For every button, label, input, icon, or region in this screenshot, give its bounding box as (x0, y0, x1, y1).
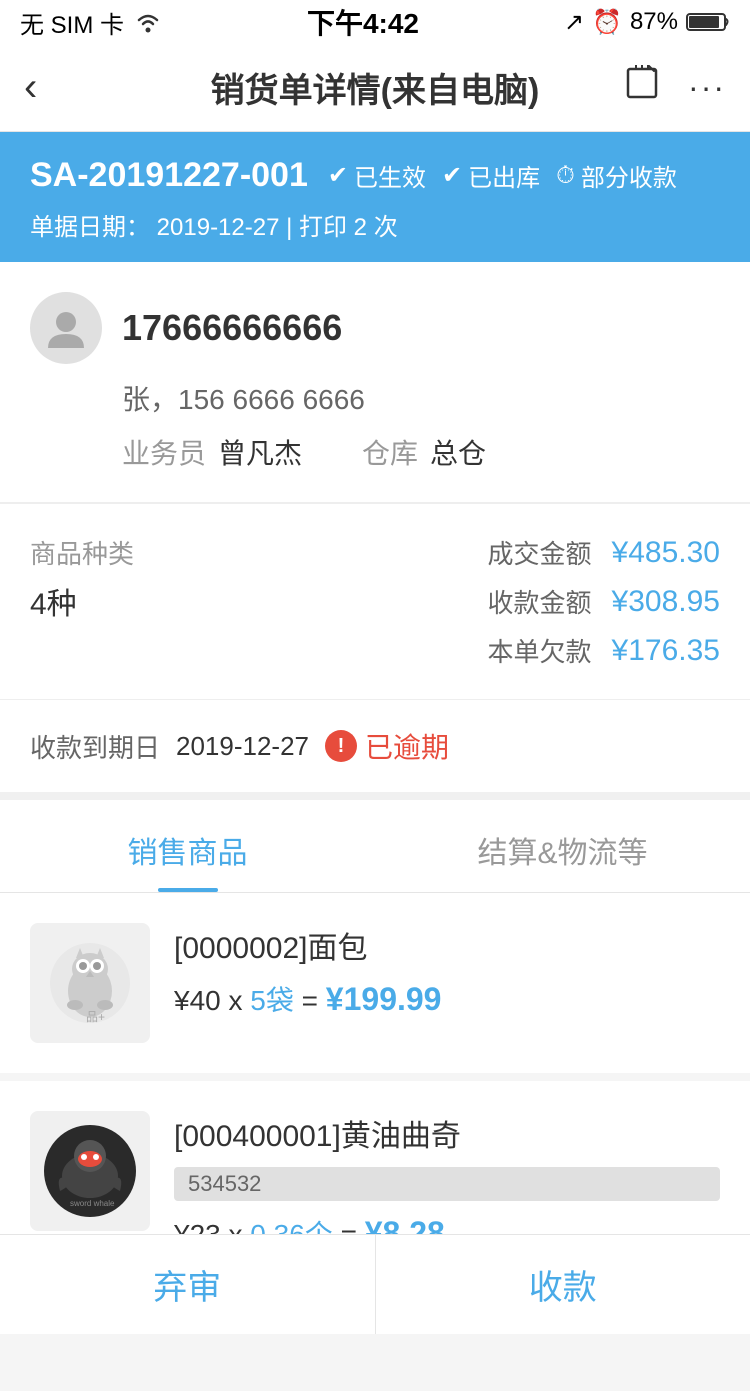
date-label: 单据日期： (30, 214, 150, 241)
order-header: SA-20191227-001 ✔ 已生效 ✔ 已出库 ⏱ 部分收款 单据日期：… (0, 132, 750, 262)
stats-left: 商品种类 4种 (30, 534, 134, 623)
warehouse: 仓库 总仓 (362, 432, 486, 472)
product-thumb-1: 品+ (30, 923, 150, 1043)
clock-icon: ⏱ (556, 162, 575, 190)
product-price-1: ¥40 x 5袋 = ¥199.99 (174, 979, 720, 1019)
product-name-1: [0000002]面包 (174, 923, 720, 967)
status-shipped: ✔ 已出库 (442, 158, 540, 193)
check-icon-active: ✔ (328, 161, 348, 190)
order-date-line: 单据日期： 2019-12-27 | 打印 2 次 (30, 207, 720, 242)
customer-meta: 业务员 曾凡杰 仓库 总仓 (122, 432, 720, 472)
warehouse-label: 仓库 (362, 432, 418, 472)
status-badges: ✔ 已生效 ✔ 已出库 ⏱ 部分收款 (328, 158, 677, 193)
warehouse-name: 总仓 (430, 432, 486, 472)
price-base-1: ¥40 (174, 985, 221, 1016)
no-sim-text: 无 SIM 卡 (20, 5, 124, 40)
payment-button[interactable]: 收款 (376, 1235, 750, 1334)
product-info-1: [0000002]面包 ¥40 x 5袋 = ¥199.99 (174, 923, 720, 1019)
due-section: 收款到期日 2019-12-27 ! 已逾期 (0, 700, 750, 800)
reject-button[interactable]: 弃审 (0, 1235, 376, 1334)
debt-label: 本单欠款 (488, 632, 592, 669)
product-type-label: 商品种类 (30, 534, 134, 571)
sales-label: 业务员 (122, 432, 206, 472)
print-info: | 打印 2 次 (286, 214, 398, 241)
status-bar-time: 下午4:42 (307, 2, 419, 42)
sales-name: 曾凡杰 (218, 432, 302, 472)
status-partial-label: 部分收款 (581, 158, 677, 193)
debt-value: ¥176.35 (612, 634, 720, 668)
amount-value: ¥485.30 (612, 536, 720, 570)
status-active-label: 已生效 (354, 158, 426, 193)
product-type-value: 4种 (30, 579, 134, 623)
received-row: 收款金额 ¥308.95 (488, 583, 720, 620)
status-shipped-label: 已出库 (468, 158, 540, 193)
bottom-bar: 弃审 收款 (0, 1234, 750, 1334)
location-icon: ↗ (564, 8, 584, 37)
overdue-text: 已逾期 (365, 726, 449, 766)
share-icon[interactable] (624, 65, 660, 110)
overdue-icon: ! (325, 730, 357, 762)
product-item-1: 品+ [0000002]面包 ¥40 x 5袋 = ¥199.99 (0, 893, 750, 1073)
price-qty-1: 5袋 (250, 985, 294, 1016)
customer-section: 17666666666 张，156 6666 6666 业务员 曾凡杰 仓库 总… (0, 262, 750, 503)
stats-right: 成交金额 ¥485.30 收款金额 ¥308.95 本单欠款 ¥176.35 (488, 534, 720, 669)
tab-settlement[interactable]: 结算&物流等 (375, 800, 750, 892)
owl-thumb-icon: 品+ (40, 933, 140, 1033)
customer-phone: 17666666666 (122, 307, 342, 349)
order-id: SA-20191227-001 (30, 156, 308, 195)
amount-label: 成交金额 (488, 534, 592, 571)
more-icon[interactable]: ··· (688, 69, 726, 106)
tab-products[interactable]: 销售商品 (0, 800, 375, 892)
order-date: 2019-12-27 (157, 214, 280, 241)
price-multiply-1: x (229, 985, 251, 1016)
svg-text:sword whale: sword whale (70, 1199, 115, 1208)
check-icon-shipped: ✔ (442, 161, 462, 190)
status-bar-right: ↗ ⏰ 87% (564, 8, 730, 37)
page-title: 销货单详情(来自电脑) (211, 63, 540, 112)
due-date: 2019-12-27 (176, 731, 309, 762)
alarm-icon: ⏰ (592, 8, 622, 37)
received-label: 收款金额 (488, 583, 592, 620)
status-partial: ⏱ 部分收款 (556, 158, 677, 193)
due-label: 收款到期日 (30, 728, 160, 765)
customer-top: 17666666666 (30, 292, 720, 364)
wifi-icon (134, 11, 162, 33)
customer-avatar (30, 292, 102, 364)
sales-person: 业务员 曾凡杰 (122, 432, 302, 472)
product-thumb-2: sword whale (30, 1111, 150, 1231)
received-value: ¥308.95 (612, 585, 720, 619)
nav-bar: ‹ 销货单详情(来自电脑) ··· (0, 44, 750, 132)
stats-section: 商品种类 4种 成交金额 ¥485.30 收款金额 ¥308.95 本单欠款 ¥… (0, 504, 750, 700)
tabs-bar: 销售商品 结算&物流等 (0, 800, 750, 893)
product-name-2: [000400001]黄油曲奇 (174, 1111, 720, 1155)
status-bar-left: 无 SIM 卡 (20, 5, 162, 40)
overdue-badge: ! 已逾期 (325, 726, 449, 766)
debt-row: 本单欠款 ¥176.35 (488, 632, 720, 669)
battery-text: 87% (630, 8, 678, 36)
price-total-1: ¥199.99 (326, 981, 442, 1017)
product-thumb-2-icon: sword whale (40, 1121, 140, 1221)
status-active: ✔ 已生效 (328, 158, 426, 193)
nav-actions: ··· (624, 65, 726, 110)
product-info-2: [000400001]黄油曲奇 534532 ¥23 x 0.36个 = ¥8.… (174, 1111, 720, 1253)
battery-icon (686, 11, 730, 33)
back-button[interactable]: ‹ (24, 65, 37, 110)
product-tag-2: 534532 (174, 1167, 720, 1201)
svg-text:品+: 品+ (86, 1010, 105, 1024)
status-bar: 无 SIM 卡 下午4:42 ↗ ⏰ 87% (0, 0, 750, 44)
amount-row: 成交金额 ¥485.30 (488, 534, 720, 571)
customer-name-phone: 张，156 6666 6666 (122, 378, 720, 418)
